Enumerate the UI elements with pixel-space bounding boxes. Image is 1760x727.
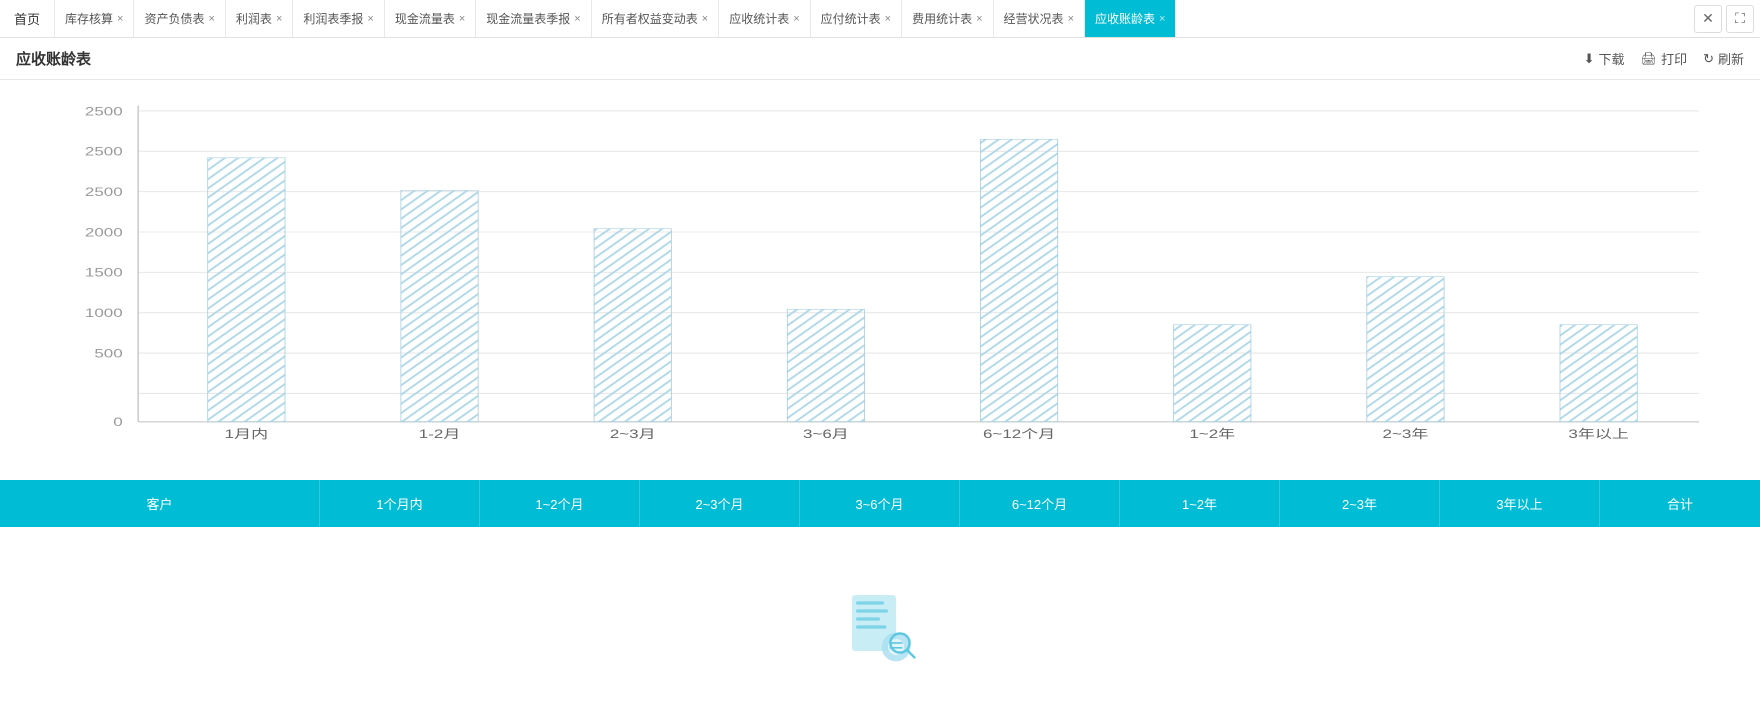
tab-label: 利润表季报 [303,10,363,27]
svg-text:3~6月: 3~6月 [803,428,849,441]
tab-cashflow-quarterly[interactable]: 现金流量表季报 × [476,0,591,38]
svg-text:1月内: 1月内 [225,428,268,442]
header-actions: ⬇ 下载 🖨 打印 ↻ 刷新 [1584,49,1744,68]
svg-text:3年以上: 3年以上 [1568,428,1628,442]
svg-text:6~12个月: 6~12个月 [983,428,1055,442]
svg-text:2500: 2500 [85,186,123,199]
bar-1-2月 [401,191,478,422]
table-header-cell: 2~3个月 [640,480,800,527]
tab-close-icon[interactable]: × [1068,13,1074,25]
svg-text:2500: 2500 [85,146,123,159]
tab-cashflow[interactable]: 现金流量表 × [385,0,476,38]
tab-close-icon[interactable]: × [702,13,708,25]
bar-6-12月 [980,139,1057,422]
tab-label: 库存核算 [65,10,113,27]
refresh-label: 刷新 [1718,49,1744,68]
table-header-cell: 3年以上 [1440,480,1600,527]
bar-3年以上 [1560,325,1637,422]
tab-label: 费用统计表 [912,10,972,27]
main-content: 2500 2500 2500 2000 1500 1000 500 0 1月内 … [0,80,1760,727]
tab-label: 现金流量表 [395,10,455,27]
tab-controls: ✕ ⛶ [1694,5,1760,33]
tab-bar: 首页 库存核算 ×资产负债表 ×利润表 ×利润表季报 ×现金流量表 ×现金流量表… [0,0,1760,38]
svg-text:2000: 2000 [85,227,123,240]
svg-text:2~3年: 2~3年 [1383,428,1429,442]
tab-close-icon[interactable]: × [117,13,123,25]
print-label: 打印 [1661,49,1687,68]
refresh-button[interactable]: ↻ 刷新 [1703,49,1744,68]
table-header-cell: 1~2个月 [480,480,640,527]
download-icon: ⬇ [1584,51,1595,67]
tab-label: 经营状况表 [1004,10,1064,27]
tab-ap-stats[interactable]: 应付统计表 × [811,0,902,38]
bar-1月内 [208,158,285,422]
table-header-cell: 合计 [1600,480,1760,527]
tab-label: 所有者权益变动表 [602,10,698,27]
empty-state [0,527,1760,727]
tab-close-icon[interactable]: × [793,13,799,25]
page-title: 应收账龄表 [16,48,91,69]
tab-close-icon[interactable]: × [885,13,891,25]
svg-text:1~2年: 1~2年 [1189,428,1235,442]
tab-label: 应收统计表 [729,10,789,27]
tab-profit[interactable]: 利润表 × [226,0,293,38]
table-header-cell: 1~2年 [1120,480,1280,527]
svg-text:2~3月: 2~3月 [610,428,656,441]
svg-text:0: 0 [113,416,122,429]
tab-close-icon[interactable]: × [367,13,373,25]
table-header-cell: 2~3年 [1280,480,1440,527]
bar-2-3年 [1367,277,1444,422]
print-button[interactable]: 🖨 打印 [1641,49,1688,68]
tab-label: 现金流量表季报 [486,10,570,27]
print-icon: 🖨 [1641,51,1658,67]
download-label: 下载 [1599,49,1625,68]
svg-text:500: 500 [94,348,122,361]
page-header: 应收账龄表 ⬇ 下载 🖨 打印 ↻ 刷新 [0,38,1760,80]
tab-close-icon[interactable]: × [574,13,580,25]
tab-operations[interactable]: 经营状况表 × [994,0,1085,38]
tab-profit-quarterly[interactable]: 利润表季报 × [293,0,384,38]
bar-chart: 2500 2500 2500 2000 1500 1000 500 0 1月内 … [30,100,1730,460]
svg-text:2500: 2500 [85,105,123,118]
tab-expense-stats[interactable]: 费用统计表 × [902,0,993,38]
tab-home[interactable]: 首页 [0,0,55,38]
empty-icon [830,587,930,667]
svg-text:1000: 1000 [85,307,123,320]
tab-close-icon[interactable]: × [276,13,282,25]
tab-ar-stats[interactable]: 应收统计表 × [719,0,810,38]
bar-1-2年 [1174,325,1251,422]
tab-close-icon[interactable]: × [976,13,982,25]
tab-label: 应付统计表 [821,10,881,27]
table-header-cell: 客户 [0,480,320,527]
bar-2-3月 [594,229,671,422]
tab-close-icon[interactable]: × [1159,13,1165,25]
table-header-cell: 3~6个月 [800,480,960,527]
tab-close-icon[interactable]: × [459,13,465,25]
tab-inventory[interactable]: 库存核算 × [55,0,134,38]
tab-equity[interactable]: 所有者权益变动表 × [592,0,719,38]
bar-3-6月 [787,309,864,421]
tab-label: 应收账龄表 [1095,10,1155,27]
svg-text:1-2月: 1-2月 [419,428,461,441]
download-button[interactable]: ⬇ 下载 [1584,49,1625,68]
close-window-button[interactable]: ✕ [1694,5,1722,33]
tab-close-icon[interactable]: × [208,13,214,25]
table-header-cell: 1个月内 [320,480,480,527]
tab-ar-aging[interactable]: 应收账龄表 × [1085,0,1176,38]
tab-label: 资产负债表 [144,10,204,27]
fullscreen-button[interactable]: ⛶ [1726,5,1754,33]
home-label: 首页 [14,9,40,28]
svg-text:1500: 1500 [85,267,123,280]
table-header-cell: 6~12个月 [960,480,1120,527]
tab-balance-sheet[interactable]: 资产负债表 × [134,0,225,38]
refresh-icon: ↻ [1703,51,1714,67]
chart-area: 2500 2500 2500 2000 1500 1000 500 0 1月内 … [0,80,1760,480]
tab-label: 利润表 [236,10,272,27]
table-header: 客户1个月内1~2个月2~3个月3~6个月6~12个月1~2年2~3年3年以上合… [0,480,1760,527]
